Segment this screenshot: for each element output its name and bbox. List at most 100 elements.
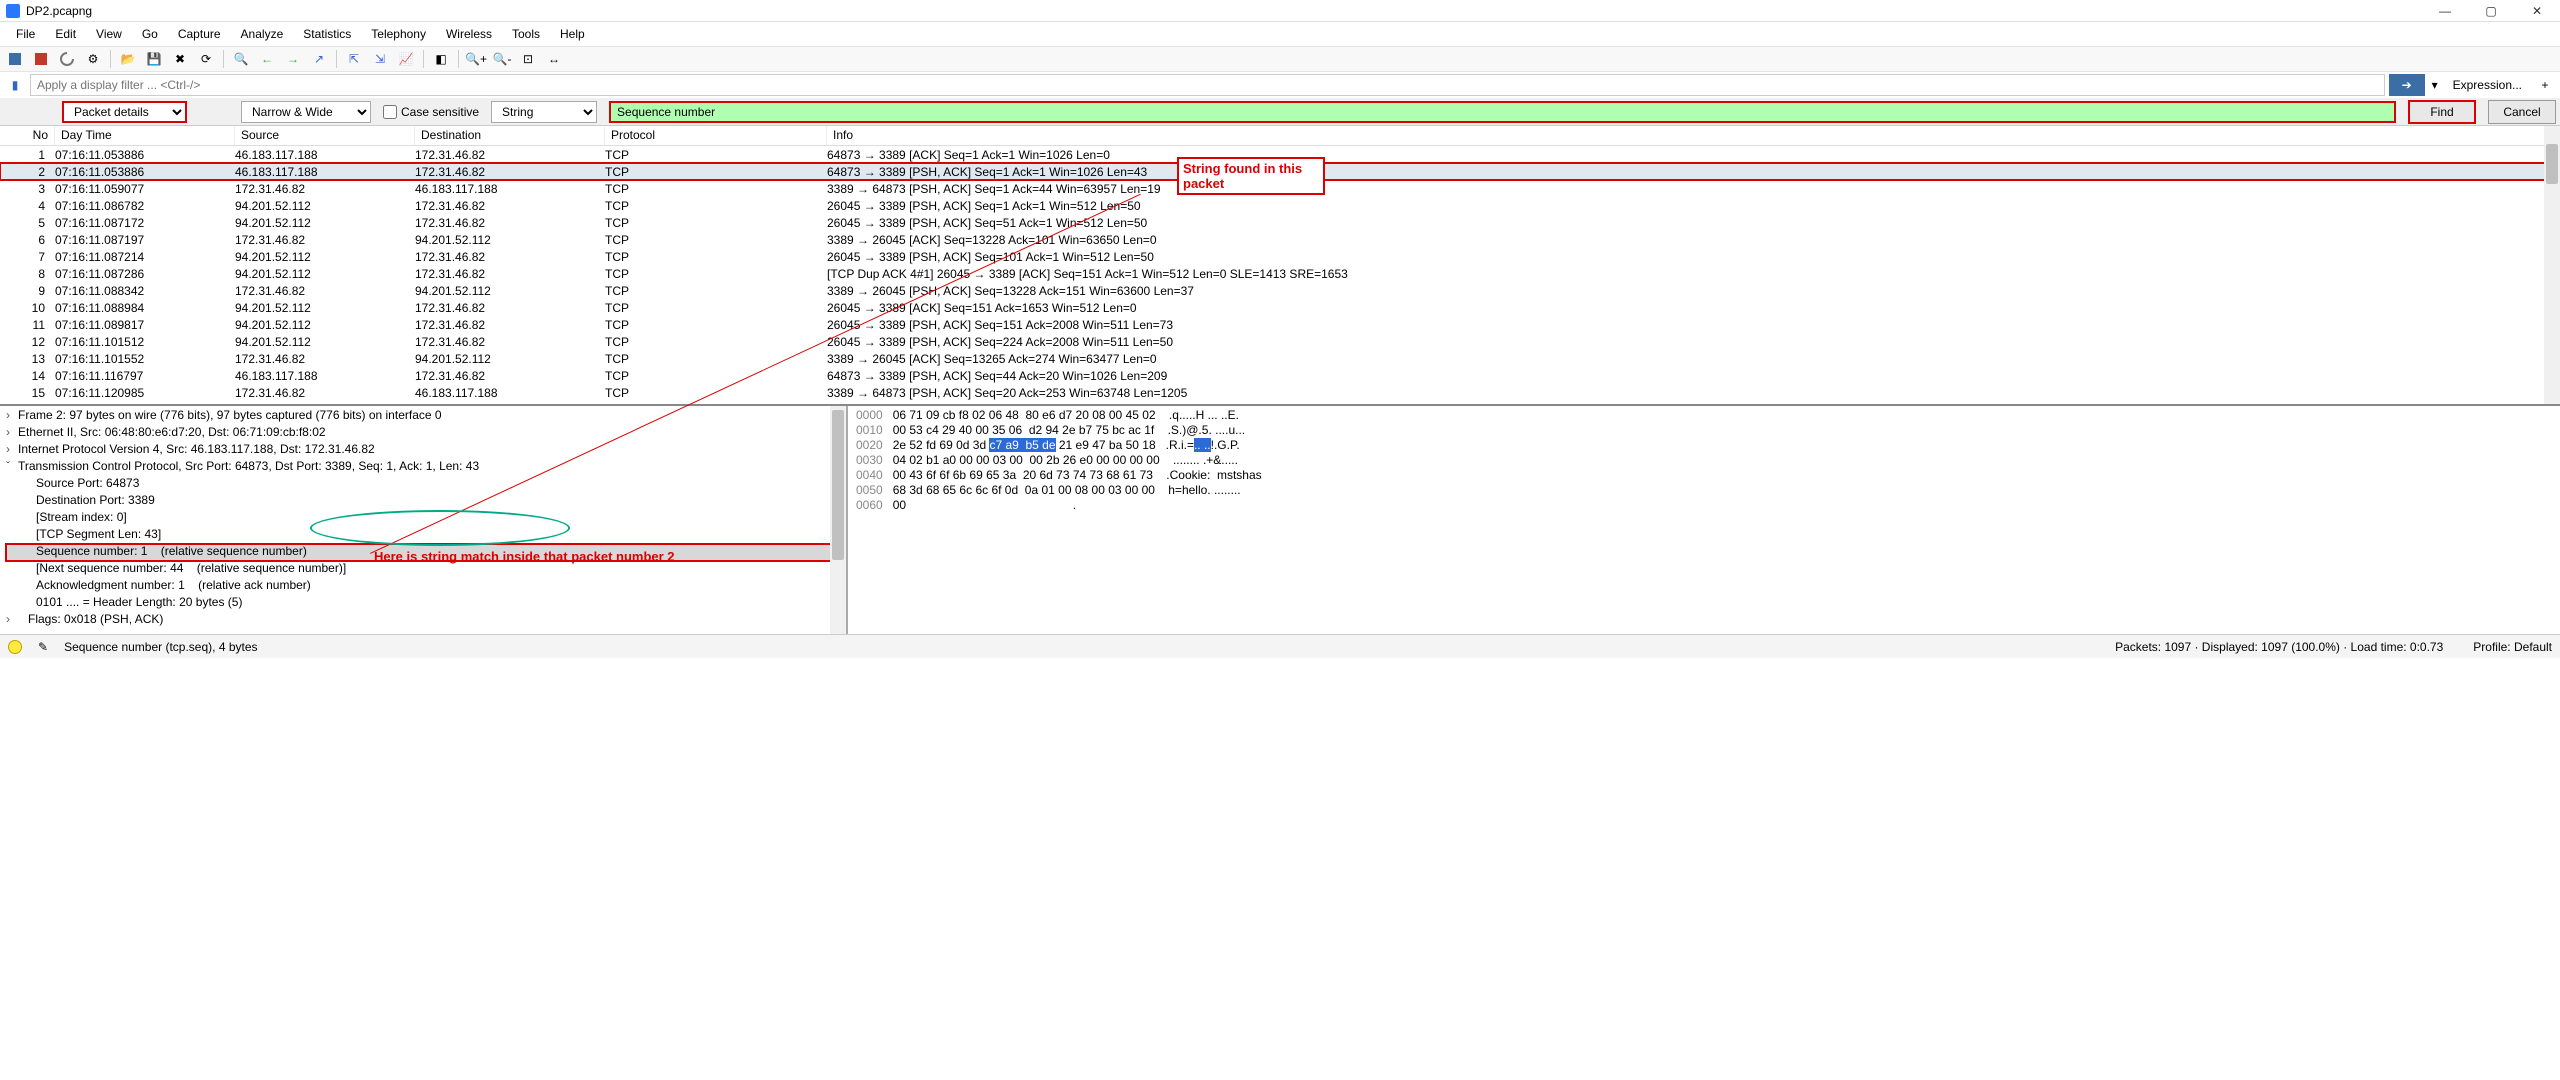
menu-view[interactable]: View bbox=[86, 24, 132, 44]
titlebar: DP2.pcapng — ▢ ✕ bbox=[0, 0, 2560, 22]
detail-row[interactable]: 0101 .... = Header Length: 20 bytes (5) bbox=[6, 595, 846, 612]
hex-row[interactable]: 0040 00 43 6f 6f 6b 69 65 3a 20 6d 73 74… bbox=[856, 468, 2560, 483]
detail-row[interactable]: Internet Protocol Version 4, Src: 46.183… bbox=[6, 442, 846, 459]
capture-options-icon[interactable]: ⚙ bbox=[82, 48, 104, 70]
wireshark-icon bbox=[6, 4, 20, 18]
annotation-match: Here is string match inside that packet … bbox=[374, 549, 675, 564]
packet-row[interactable]: 907:16:11.088342172.31.46.8294.201.52.11… bbox=[0, 282, 2560, 299]
window-title: DP2.pcapng bbox=[26, 4, 92, 18]
expert-info-icon[interactable] bbox=[8, 640, 22, 654]
filter-history-dropdown[interactable]: ▾ bbox=[2429, 74, 2441, 96]
detail-row[interactable]: Flags: 0x018 (PSH, ACK) bbox=[6, 612, 846, 629]
col-src[interactable]: Source bbox=[235, 126, 415, 145]
zoom-in-icon[interactable]: 🔍+ bbox=[465, 48, 487, 70]
resize-columns-icon[interactable]: ↔ bbox=[543, 48, 565, 70]
packet-row[interactable]: 507:16:11.08717294.201.52.112172.31.46.8… bbox=[0, 214, 2560, 231]
hex-row[interactable]: 0030 04 02 b1 a0 00 00 03 00 00 2b 26 e0… bbox=[856, 453, 2560, 468]
status-profile[interactable]: Profile: Default bbox=[2473, 640, 2552, 654]
find-charset-select[interactable]: Narrow & Wide bbox=[241, 101, 371, 123]
hex-row[interactable]: 0020 2e 52 fd 69 0d 3d c7 a9 b5 de 21 e9… bbox=[856, 438, 2560, 453]
find-packet-icon[interactable]: 🔍 bbox=[230, 48, 252, 70]
col-time[interactable]: Day Time bbox=[55, 126, 235, 145]
stop-capture-icon[interactable] bbox=[30, 48, 52, 70]
detail-row[interactable]: Source Port: 64873 bbox=[6, 476, 846, 493]
status-field: Sequence number (tcp.seq), 4 bytes bbox=[64, 640, 257, 654]
hex-row[interactable]: 0060 00 . bbox=[856, 498, 2560, 513]
detail-row[interactable]: Transmission Control Protocol, Src Port:… bbox=[6, 459, 846, 476]
main-toolbar: ⚙ 📂 💾 ✖ ⟳ 🔍 ← → ↗ ⇱ ⇲ 📈 ◧ 🔍+ 🔍- ⊡ ↔ bbox=[0, 46, 2560, 72]
bookmark-icon[interactable]: ▮ bbox=[4, 74, 26, 96]
annotation-found: String found in this packet bbox=[1177, 157, 1325, 195]
save-file-icon[interactable]: 💾 bbox=[143, 48, 165, 70]
find-scope-select[interactable]: Packet details bbox=[62, 101, 187, 123]
hex-row[interactable]: 0010 00 53 c4 29 40 00 35 06 d2 94 2e b7… bbox=[856, 423, 2560, 438]
close-button[interactable]: ✕ bbox=[2514, 0, 2560, 22]
col-prot[interactable]: Protocol bbox=[605, 126, 827, 145]
zoom-out-icon[interactable]: 🔍- bbox=[491, 48, 513, 70]
col-dst[interactable]: Destination bbox=[415, 126, 605, 145]
menu-file[interactable]: File bbox=[6, 24, 45, 44]
maximize-button[interactable]: ▢ bbox=[2468, 0, 2514, 22]
find-packet-bar: Packet details Narrow & Wide Case sensit… bbox=[0, 98, 2560, 126]
hex-row[interactable]: 0050 68 3d 68 65 6c 6c 6f 0d 0a 01 00 08… bbox=[856, 483, 2560, 498]
hex-row[interactable]: 0000 06 71 09 cb f8 02 06 48 80 e6 d7 20… bbox=[856, 408, 2560, 423]
zoom-reset-icon[interactable]: ⊡ bbox=[517, 48, 539, 70]
filter-apply-button[interactable]: ➔ bbox=[2389, 74, 2425, 96]
display-filter-input[interactable] bbox=[30, 74, 2385, 96]
case-sensitive-checkbox[interactable]: Case sensitive bbox=[383, 105, 479, 119]
jump-packet-icon[interactable]: ↗ bbox=[308, 48, 330, 70]
packet-bytes-pane[interactable]: 0000 06 71 09 cb f8 02 06 48 80 e6 d7 20… bbox=[848, 406, 2560, 634]
packet-row[interactable]: 707:16:11.08721494.201.52.112172.31.46.8… bbox=[0, 248, 2560, 265]
reload-icon[interactable]: ⟳ bbox=[195, 48, 217, 70]
menu-tools[interactable]: Tools bbox=[502, 24, 550, 44]
detail-row[interactable]: Acknowledgment number: 1 (relative ack n… bbox=[6, 578, 846, 595]
detail-row[interactable]: Ethernet II, Src: 06:48:80:e6:d7:20, Dst… bbox=[6, 425, 846, 442]
restart-capture-icon[interactable] bbox=[56, 48, 78, 70]
first-packet-icon[interactable]: ⇱ bbox=[343, 48, 365, 70]
last-packet-icon[interactable]: ⇲ bbox=[369, 48, 391, 70]
detail-row[interactable]: Frame 2: 97 bytes on wire (776 bits), 97… bbox=[6, 408, 846, 425]
menu-capture[interactable]: Capture bbox=[168, 24, 231, 44]
packet-row[interactable]: 1007:16:11.08898494.201.52.112172.31.46.… bbox=[0, 299, 2560, 316]
packet-row[interactable]: 1207:16:11.10151294.201.52.112172.31.46.… bbox=[0, 333, 2560, 350]
add-filter-button[interactable]: + bbox=[2534, 74, 2556, 96]
packet-row[interactable]: 1407:16:11.11679746.183.117.188172.31.46… bbox=[0, 367, 2560, 384]
prev-packet-icon[interactable]: ← bbox=[256, 48, 278, 70]
auto-scroll-icon[interactable]: 📈 bbox=[395, 48, 417, 70]
minimize-button[interactable]: — bbox=[2422, 0, 2468, 22]
col-no[interactable]: No bbox=[0, 126, 55, 145]
menu-help[interactable]: Help bbox=[550, 24, 595, 44]
menu-statistics[interactable]: Statistics bbox=[293, 24, 361, 44]
packet-list-scrollbar[interactable] bbox=[2544, 126, 2560, 404]
expression-button[interactable]: Expression... bbox=[2445, 74, 2530, 96]
menu-telephony[interactable]: Telephony bbox=[361, 24, 436, 44]
packet-row[interactable]: 607:16:11.087197172.31.46.8294.201.52.11… bbox=[0, 231, 2560, 248]
menubar: File Edit View Go Capture Analyze Statis… bbox=[0, 22, 2560, 46]
find-text-input[interactable] bbox=[609, 101, 2396, 123]
close-file-icon[interactable]: ✖ bbox=[169, 48, 191, 70]
packet-row[interactable]: 1507:16:11.120985172.31.46.8246.183.117.… bbox=[0, 384, 2560, 401]
col-info[interactable]: Info bbox=[827, 126, 2560, 145]
status-packets: Packets: 1097 · Displayed: 1097 (100.0%)… bbox=[2115, 640, 2443, 654]
find-type-select[interactable]: String bbox=[491, 101, 597, 123]
packet-list-header[interactable]: No Day Time Source Destination Protocol … bbox=[0, 126, 2560, 146]
detail-row[interactable]: Destination Port: 3389 bbox=[6, 493, 846, 510]
open-file-icon[interactable]: 📂 bbox=[117, 48, 139, 70]
menu-wireless[interactable]: Wireless bbox=[436, 24, 502, 44]
find-button[interactable]: Find bbox=[2408, 100, 2476, 124]
cancel-button[interactable]: Cancel bbox=[2488, 100, 2556, 124]
start-capture-icon[interactable] bbox=[4, 48, 26, 70]
details-scrollbar[interactable] bbox=[830, 406, 846, 634]
statusbar: ✎ Sequence number (tcp.seq), 4 bytes Pac… bbox=[0, 634, 2560, 658]
packet-row[interactable]: 407:16:11.08678294.201.52.112172.31.46.8… bbox=[0, 197, 2560, 214]
next-packet-icon[interactable]: → bbox=[282, 48, 304, 70]
display-filter-bar: ▮ ➔ ▾ Expression... + bbox=[0, 72, 2560, 98]
packet-row[interactable]: 807:16:11.08728694.201.52.112172.31.46.8… bbox=[0, 265, 2560, 282]
menu-edit[interactable]: Edit bbox=[45, 24, 86, 44]
menu-go[interactable]: Go bbox=[132, 24, 168, 44]
packet-row[interactable]: 1307:16:11.101552172.31.46.8294.201.52.1… bbox=[0, 350, 2560, 367]
edit-filter-icon[interactable]: ✎ bbox=[38, 640, 48, 654]
packet-row[interactable]: 1107:16:11.08981794.201.52.112172.31.46.… bbox=[0, 316, 2560, 333]
colorize-icon[interactable]: ◧ bbox=[430, 48, 452, 70]
menu-analyze[interactable]: Analyze bbox=[231, 24, 294, 44]
